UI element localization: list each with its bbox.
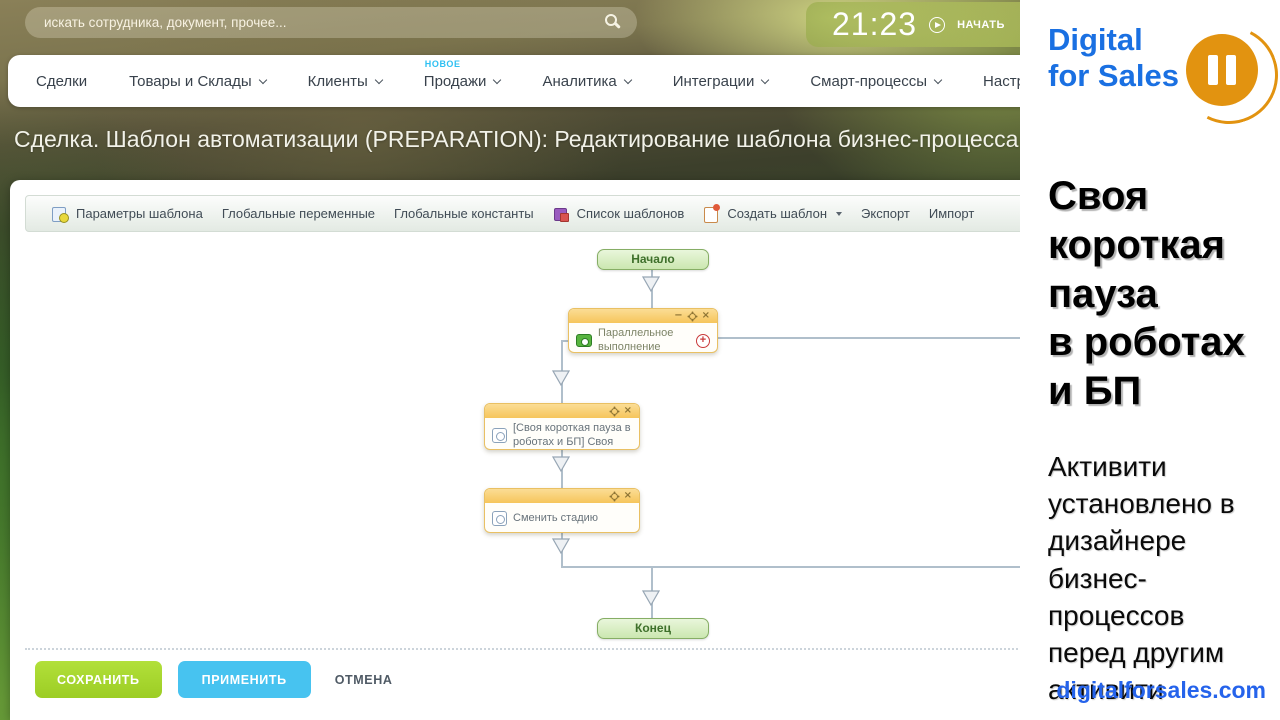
- close-icon[interactable]: ×: [624, 406, 632, 416]
- chevron-down-icon: [623, 75, 632, 84]
- footer-buttons: СОХРАНИТЬ ПРИМЕНИТЬ ОТМЕНА: [35, 661, 400, 698]
- page-header: Сделка. Шаблон автоматизации (PREPARATIO…: [14, 126, 1040, 153]
- flow-node-start: Начало: [597, 249, 709, 270]
- nav-item-deals[interactable]: Сделки: [36, 73, 87, 90]
- toolbar-create-template[interactable]: Создать шаблон: [703, 203, 843, 223]
- create-template-icon: [703, 203, 721, 223]
- nav-item-label: Сделки: [36, 72, 88, 90]
- caret-down-icon: [836, 211, 843, 216]
- flow-arrow-icon: [552, 456, 570, 472]
- save-button[interactable]: СОХРАНИТЬ: [35, 661, 162, 698]
- activity-icon: [492, 511, 507, 526]
- block-label: Параллельное выполнение: [598, 327, 674, 353]
- toolbar-label: Экспорт: [861, 206, 910, 221]
- clock-time: 21:23: [832, 6, 918, 42]
- play-icon[interactable]: [929, 16, 946, 33]
- chevron-down-icon: [761, 75, 770, 84]
- activity-icon: [492, 428, 507, 444]
- nav-item-label: Товары и Склады: [129, 72, 252, 90]
- divider: [25, 648, 1025, 650]
- toolbar-label: Глобальные константы: [394, 206, 534, 221]
- parallel-execution-icon: [576, 334, 592, 348]
- designer-toolbar: Параметры шаблона Глобальные переменные …: [25, 195, 1025, 232]
- flow-block-change-stage[interactable]: × Сменить стадию: [484, 488, 640, 533]
- settings-icon[interactable]: [610, 492, 618, 500]
- toolbar-label: Создать шаблон: [727, 206, 828, 221]
- search-icon[interactable]: [605, 14, 617, 26]
- flow-arrow-icon: [642, 590, 660, 606]
- flow-arrow-icon: [552, 370, 570, 386]
- nav-item-label: Клиенты: [307, 72, 368, 90]
- toolbar-template-params[interactable]: Параметры шаблона: [52, 206, 203, 223]
- brand-row: Digital for Sales: [1048, 22, 1266, 114]
- flow-connector: [561, 566, 1040, 568]
- search-input[interactable]: [25, 7, 637, 38]
- promo-sidebar: Digital for Sales Своя короткая пауза в …: [1020, 0, 1280, 720]
- settings-icon[interactable]: [688, 312, 696, 320]
- start-timer-button[interactable]: НАЧАТЬ: [957, 19, 1005, 31]
- flow-arrow-icon: [552, 538, 570, 554]
- block-header: ×: [485, 489, 639, 503]
- nav-item-products[interactable]: Товары и Склады: [129, 72, 267, 90]
- template-params-icon: [52, 206, 69, 223]
- flow-connector: [718, 337, 1040, 339]
- nav-item-integrations[interactable]: Интеграции: [672, 72, 770, 90]
- chevron-down-icon: [933, 75, 943, 84]
- block-label: [Своя короткая пауза в роботах и БП] Своя: [513, 422, 631, 448]
- nav-item-label: Продажи: [423, 72, 487, 90]
- page-title: Сделка. Шаблон автоматизации (PREPARATIO…: [14, 126, 1019, 152]
- add-branch-button[interactable]: +: [696, 333, 710, 348]
- cancel-button[interactable]: ОТМЕНА: [327, 661, 401, 698]
- toolbar-label: Глобальные переменные: [221, 206, 376, 221]
- chevron-down-icon: [374, 75, 384, 84]
- flow-block-pause-activity[interactable]: × [Своя короткая пауза в роботах и БП] Св…: [484, 403, 640, 450]
- block-header: ×: [485, 404, 639, 418]
- nav-item-label: Аналитика: [542, 72, 617, 90]
- block-header: − ×: [569, 309, 717, 323]
- bp-designer-canvas: Параметры шаблона Глобальные переменные …: [10, 180, 1040, 720]
- flow-arrow-icon: [642, 276, 660, 292]
- nav-item-analytics[interactable]: Аналитика: [542, 72, 632, 90]
- toolbar-template-list[interactable]: Список шаблонов: [553, 206, 685, 222]
- nav-item-label: Интеграции: [672, 72, 755, 90]
- screen: 21:23 НАЧАТЬ Сделки Товары и Склады Клие…: [0, 0, 1280, 720]
- apply-button[interactable]: ПРИМЕНИТЬ: [177, 661, 311, 698]
- close-icon[interactable]: ×: [702, 311, 710, 321]
- promo-heading: Своя короткая пауза в роботах и БП: [1048, 174, 1245, 414]
- pause-icon: [1186, 34, 1258, 106]
- flow-block-parallel[interactable]: − × Параллельное выполнение +: [568, 308, 718, 353]
- toolbar-export[interactable]: Экспорт: [861, 206, 910, 221]
- minimize-icon[interactable]: −: [674, 311, 682, 321]
- chevron-down-icon: [493, 75, 502, 84]
- flow-node-end: Конец: [597, 618, 709, 639]
- site-link[interactable]: digitalforsales.com: [1056, 677, 1266, 704]
- toolbar-label: Импорт: [928, 206, 975, 221]
- promo-body: Активити установлено в дизайнере бизнес-…: [1048, 450, 1235, 706]
- chevron-down-icon: [258, 75, 267, 84]
- settings-icon[interactable]: [610, 407, 618, 415]
- close-icon[interactable]: ×: [624, 491, 632, 501]
- search-bar: [25, 7, 637, 38]
- nav-item-sales[interactable]: НОВОЕ Продажи: [423, 59, 502, 90]
- block-label: Сменить стадию: [513, 511, 599, 524]
- template-list-icon: [553, 206, 570, 222]
- toolbar-global-variables[interactable]: Глобальные переменные: [222, 206, 375, 221]
- toolbar-global-constants[interactable]: Глобальные константы: [394, 206, 534, 221]
- main-nav: Сделки Товары и Склады Клиенты НОВОЕ Про…: [8, 55, 1040, 107]
- toolbar-label: Список шаблонов: [576, 206, 685, 221]
- toolbar-label: Параметры шаблона: [76, 206, 203, 221]
- nav-item-smart-processes[interactable]: Смарт-процессы: [810, 72, 943, 90]
- toolbar-import[interactable]: Импорт: [929, 206, 974, 221]
- time-widget: 21:23 НАЧАТЬ: [806, 2, 1040, 47]
- nav-item-clients[interactable]: Клиенты: [307, 72, 384, 90]
- nav-item-label: Смарт-процессы: [810, 72, 928, 90]
- new-badge: НОВОЕ: [424, 58, 461, 69]
